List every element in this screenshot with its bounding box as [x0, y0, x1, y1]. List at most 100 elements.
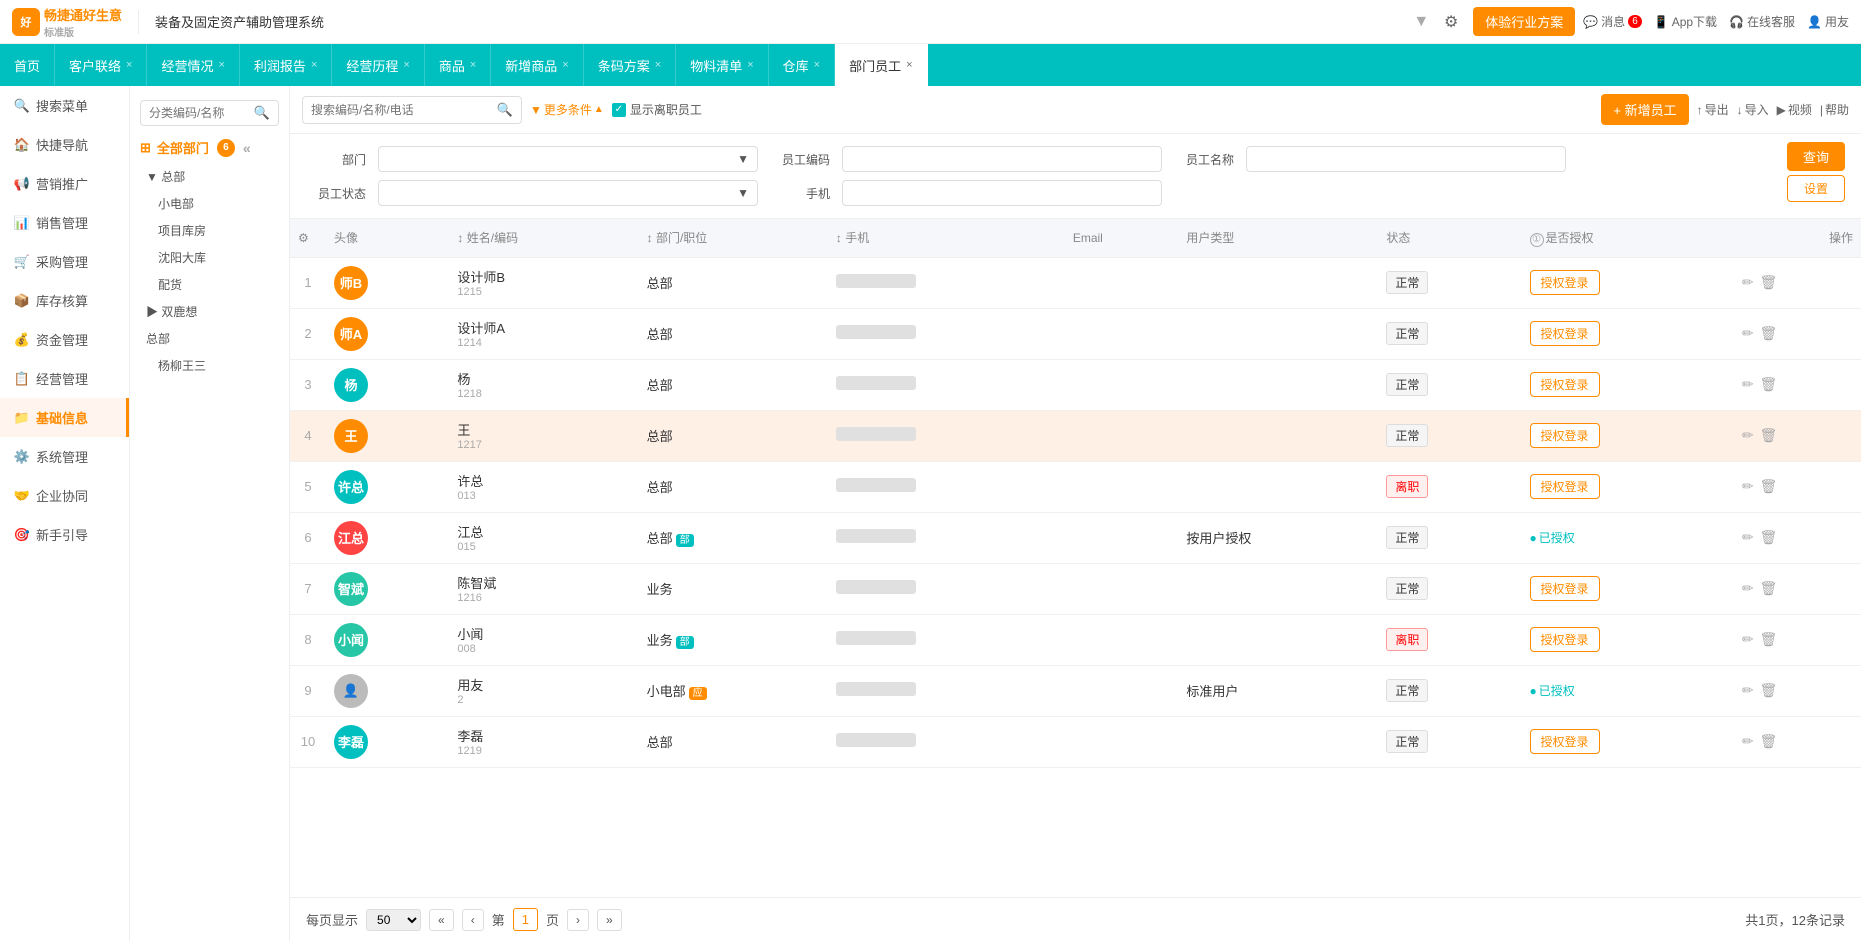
dept-search-input[interactable] — [149, 106, 250, 120]
search-input[interactable] — [311, 103, 493, 117]
prev-page-btn[interactable]: ‹ — [462, 909, 484, 931]
search-box[interactable]: 🔍 — [302, 96, 522, 124]
delete-icon[interactable]: 🗑 — [1760, 478, 1778, 495]
auth-login-button[interactable]: 授权登录 — [1530, 423, 1600, 448]
dept-item-shenyang[interactable]: 沈阳大库 — [130, 244, 289, 271]
edit-icon[interactable]: ✏ — [1742, 733, 1754, 750]
delete-icon[interactable]: 🗑 — [1760, 274, 1778, 291]
dept-item-shuanglu[interactable]: ▶ 双鹿想 — [130, 298, 289, 325]
phone-filter-input[interactable] — [842, 180, 1162, 206]
emp-status-filter-select[interactable]: ▼ — [378, 180, 758, 206]
per-page-select[interactable]: 50 20 100 — [366, 909, 421, 931]
delete-icon[interactable]: 🗑 — [1760, 631, 1778, 648]
tab-home[interactable]: 首页 — [0, 44, 55, 86]
user-btn[interactable]: 👤 用友 — [1807, 13, 1849, 30]
sidebar-item-sales[interactable]: 📊 销售管理 — [0, 203, 129, 242]
auth-info-icon[interactable]: ① — [1530, 233, 1544, 247]
trial-button[interactable]: 体验行业方案 — [1473, 7, 1575, 36]
dept-item-xiaodibu[interactable]: 小电部 — [130, 190, 289, 217]
edit-icon[interactable]: ✏ — [1742, 631, 1754, 648]
dept-item-yangwang[interactable]: 杨柳王三 — [130, 352, 289, 379]
more-conditions-btn[interactable]: ▼ 更多条件 ▲ — [530, 101, 604, 118]
tab-goods[interactable]: 商品 × — [425, 44, 491, 86]
employee-name: 陈智斌 — [457, 573, 630, 592]
edit-icon[interactable]: ✏ — [1742, 478, 1754, 495]
settings-gear-icon[interactable]: ⚙ — [1437, 8, 1465, 36]
dept-search-icon[interactable]: 🔍 — [254, 105, 270, 121]
tab-operation[interactable]: 经营情况 × — [147, 44, 239, 86]
dept-search-box[interactable]: 🔍 — [140, 100, 279, 126]
help-btn[interactable]: | 帮助 — [1820, 101, 1849, 118]
sidebar-item-search[interactable]: 🔍 搜索菜单 — [0, 86, 129, 125]
delete-icon[interactable]: 🗑 — [1760, 580, 1778, 597]
sidebar-item-purchase[interactable]: 🛒 采购管理 — [0, 242, 129, 281]
next-page-btn[interactable]: › — [567, 909, 589, 931]
table-row: 2师A设计师A1214总部正常授权登录✏🗑 — [290, 308, 1861, 359]
dept-filter-select[interactable]: ▼ — [378, 146, 758, 172]
auth-login-button[interactable]: 授权登录 — [1530, 576, 1600, 601]
emp-name-filter-input[interactable] — [1246, 146, 1566, 172]
auth-login-button[interactable]: 授权登录 — [1530, 627, 1600, 652]
auth-login-button[interactable]: 授权登录 — [1530, 474, 1600, 499]
delete-icon[interactable]: 🗑 — [1760, 733, 1778, 750]
dropdown-arrow[interactable]: ▼ — [1413, 13, 1429, 31]
reset-button[interactable]: 设置 — [1787, 175, 1845, 202]
edit-icon[interactable]: ✏ — [1742, 580, 1754, 597]
add-employee-button[interactable]: + 新增员工 — [1601, 94, 1688, 125]
sidebar-item-collab[interactable]: 🤝 企业协同 — [0, 476, 129, 515]
import-btn[interactable]: ↓ 导入 — [1737, 101, 1769, 118]
online-service-btn[interactable]: 🎧 在线客服 — [1729, 13, 1795, 30]
delete-icon[interactable]: 🗑 — [1760, 427, 1778, 444]
tab-profit[interactable]: 利润报告 × — [240, 44, 332, 86]
tab-customer[interactable]: 客户联络 × — [55, 44, 147, 86]
delete-icon[interactable]: 🗑 — [1760, 529, 1778, 546]
dept-item-zongbu[interactable]: 总部 — [130, 325, 289, 352]
search-icon[interactable]: 🔍 — [497, 102, 513, 118]
col-phone[interactable]: ↕ 手机 — [828, 219, 1065, 257]
sidebar-item-inventory[interactable]: 📦 库存核算 — [0, 281, 129, 320]
first-page-btn[interactable]: « — [429, 909, 454, 931]
edit-icon[interactable]: ✏ — [1742, 274, 1754, 291]
col-dept[interactable]: ↕ 部门/职位 — [639, 219, 828, 257]
sidebar-item-finance[interactable]: 💰 资金管理 — [0, 320, 129, 359]
query-button[interactable]: 查询 — [1787, 142, 1845, 171]
delete-icon[interactable]: 🗑 — [1760, 325, 1778, 342]
last-page-btn[interactable]: » — [597, 909, 622, 931]
sidebar-item-basic[interactable]: 📁 基础信息 — [0, 398, 129, 437]
dept-collapse-btn[interactable]: « — [243, 140, 251, 156]
edit-icon[interactable]: ✏ — [1742, 325, 1754, 342]
sidebar-item-quicknav[interactable]: 🏠 快捷导航 — [0, 125, 129, 164]
edit-icon[interactable]: ✏ — [1742, 529, 1754, 546]
app-download-btn[interactable]: 📱 App下载 — [1654, 13, 1717, 30]
tab-journey[interactable]: 经营历程 × — [332, 44, 424, 86]
auth-login-button[interactable]: 授权登录 — [1530, 321, 1600, 346]
auth-login-button[interactable]: 授权登录 — [1530, 372, 1600, 397]
auth-login-button[interactable]: 授权登录 — [1530, 270, 1600, 295]
view-btn[interactable]: ▶ 视频 — [1777, 101, 1812, 118]
dept-item-headquarters-group[interactable]: ▼ 总部 — [130, 163, 289, 190]
col-settings[interactable]: ⚙ — [290, 219, 326, 257]
dept-item-peihuo[interactable]: 配货 — [130, 271, 289, 298]
sidebar-item-marketing[interactable]: 📢 营销推广 — [0, 164, 129, 203]
sidebar-item-system[interactable]: ⚙️ 系统管理 — [0, 437, 129, 476]
edit-icon[interactable]: ✏ — [1742, 682, 1754, 699]
delete-icon[interactable]: 🗑 — [1760, 682, 1778, 699]
tab-bom[interactable]: 物料清单 × — [676, 44, 768, 86]
tab-add-goods[interactable]: 新增商品 × — [491, 44, 583, 86]
edit-icon[interactable]: ✏ — [1742, 427, 1754, 444]
tab-employees[interactable]: 部门员工 × — [835, 44, 927, 86]
col-name[interactable]: ↕ 姓名/编码 — [449, 219, 638, 257]
auth-login-button[interactable]: 授权登录 — [1530, 729, 1600, 754]
dept-item-kufen[interactable]: 项目库房 — [130, 217, 289, 244]
sidebar-item-guide[interactable]: 🎯 新手引导 — [0, 515, 129, 554]
message-btn[interactable]: 💬 消息 6 — [1583, 13, 1642, 30]
export-btn[interactable]: ↑ 导出 — [1697, 101, 1729, 118]
tab-barcode[interactable]: 条码方案 × — [584, 44, 676, 86]
edit-icon[interactable]: ✏ — [1742, 376, 1754, 393]
emp-code-filter-input[interactable] — [842, 146, 1162, 172]
delete-icon[interactable]: 🗑 — [1760, 376, 1778, 393]
show-resigned-toggle[interactable]: ✓ 显示离职员工 — [612, 101, 702, 118]
sidebar-item-operation[interactable]: 📋 经营管理 — [0, 359, 129, 398]
tab-warehouse[interactable]: 仓库 × — [769, 44, 835, 86]
dept-all[interactable]: ⊞ 全部部门 6 « — [130, 132, 289, 163]
